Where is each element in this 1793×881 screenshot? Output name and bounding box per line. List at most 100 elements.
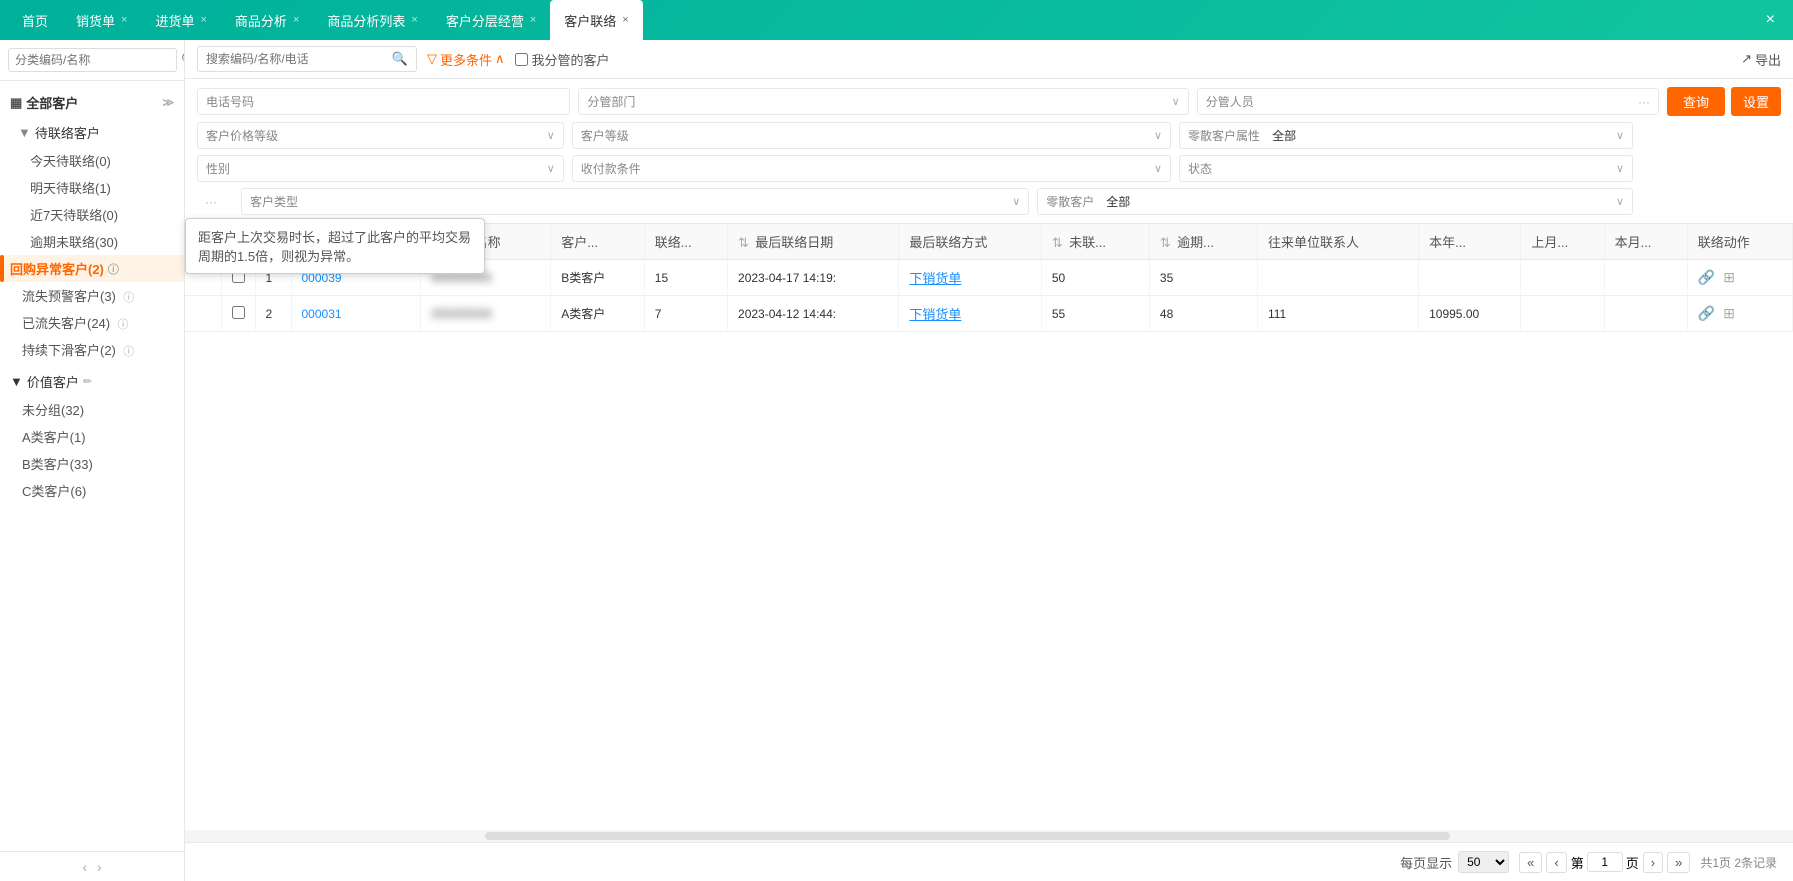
retail-attr-arrow-icon: ∨ [1616,129,1624,142]
table-area: ⚙ ⇅ 客户编码 ⇅ 客户名称 [185,224,1793,830]
sidebar-lost-predicted[interactable]: 流失预警客户(3) ⓘ [0,282,184,309]
nav-product-analysis-list[interactable]: 商品分析列表 × [313,0,431,40]
row2-customer-type: A类客户 [551,296,645,332]
row2-code[interactable]: 000031 [291,296,421,332]
row2-overdue: 48 [1149,296,1257,332]
filter-retail-attr[interactable]: 零散客户属性 全部 ∨ [1179,122,1633,149]
nav-home[interactable]: 首页 [8,0,62,40]
sidebar-continuous-down[interactable]: 持续下滑客户(2) ⓘ [0,336,184,363]
filter-customer-level[interactable]: 客户等级 ∨ [572,122,1171,149]
last-page-btn[interactable]: » [1667,852,1690,873]
row2-unit-contact: 111 [1257,296,1418,332]
sidebar-class-b[interactable]: B类客户(33) [0,450,184,477]
filter-phone[interactable]: 电话号码 [197,88,570,115]
customer-value-header[interactable]: ▼ 价值客户 ✏ [0,367,184,396]
sidebar-tomorrow-pending[interactable]: 明天待联络(1) [8,174,184,201]
page-input[interactable] [1587,852,1623,872]
scrollbar-thumb[interactable] [485,832,1450,840]
row2-not-contact: 55 [1041,296,1149,332]
horizontal-scrollbar[interactable] [185,830,1793,842]
col-contact[interactable]: 联络... [644,224,727,260]
row2-last-contact-method[interactable]: 下销货单 [899,296,1041,332]
sidebar-overdue-pending[interactable]: 逾期未联络(30) [8,228,184,255]
filter-gender[interactable]: 性别 ∨ [197,155,564,182]
col-last-month[interactable]: 上月... [1521,224,1604,260]
col-not-contact[interactable]: ⇅ 未联... [1041,224,1149,260]
sidebar-today-pending[interactable]: 今天待联络(0) [8,147,184,174]
sidebar-nav-left-icon[interactable]: ‹ [82,859,87,875]
filter-row-3: 性别 ∨ 收付款条件 ∨ 状态 ∨ [197,155,1781,182]
sidebar-search-input[interactable] [8,48,177,72]
sidebar-nav-right-icon[interactable]: › [97,859,102,875]
close-segment-icon[interactable]: × [530,14,536,26]
row2-seq: 2 [255,296,291,332]
dept-arrow-icon: ∨ [1172,95,1180,108]
sidebar-repurchase-abnormal[interactable]: 回购异常客户(2) ⓘ [0,255,184,282]
close-contact-icon[interactable]: × [622,14,628,26]
row2-link-icon[interactable]: 🔗 [1698,305,1715,322]
nav-customer-contact[interactable]: 客户联络 × [550,0,642,40]
row1-contact: 15 [644,260,727,296]
row2-checkbox[interactable] [221,296,255,332]
customer-value-edit-icon[interactable]: ✏ [83,375,92,388]
sidebar-class-a[interactable]: A类客户(1) [0,423,184,450]
filter-row-4: ··· 客户类型 ∨ 零散客户 全部 ∨ [197,188,1781,215]
close-purchase-icon[interactable]: × [200,14,206,26]
sidebar-class-c[interactable]: C类客户(6) [0,477,184,504]
conditions-arrow-icon: ∧ [495,51,505,67]
export-btn[interactable]: ↗ 导出 [1741,50,1781,69]
close-product-analysis-icon[interactable]: × [293,14,299,26]
pending-contact-header[interactable]: ▼ 待联络客户 [8,118,184,147]
close-sales-icon[interactable]: × [121,14,127,26]
row1-last-contact-date: 2023-04-17 14:19: [728,260,899,296]
per-page-select[interactable]: 50 20 100 [1458,851,1509,873]
sidebar-already-lost[interactable]: 已流失客户(24) ⓘ [0,309,184,336]
col-customer-type[interactable]: 客户... [551,224,645,260]
row1-grid-icon[interactable]: ⊞ [1723,269,1735,286]
customer-type-arrow-icon: ∨ [1012,195,1020,208]
first-page-btn[interactable]: « [1519,852,1542,873]
filter-customer-type[interactable]: 客户类型 ∨ [241,188,1029,215]
filter-price-level[interactable]: 客户价格等级 ∨ [197,122,564,149]
row1-last-contact-method[interactable]: 下销货单 [899,260,1041,296]
filter-more-btn[interactable]: ··· [197,191,225,213]
col-last-contact-method[interactable]: 最后联络方式 [899,224,1041,260]
next-page-btn[interactable]: › [1643,852,1663,873]
manager-more-icon[interactable]: ··· [1638,95,1650,109]
sidebar-ungroup[interactable]: 未分组(32) [0,396,184,423]
filter-dept[interactable]: 分管部门 ∨ [578,88,1188,115]
col-this-year[interactable]: 本年... [1419,224,1521,260]
col-unit-contact[interactable]: 往来单位联系人 [1257,224,1418,260]
filter-manager[interactable]: 分管人员 ··· [1197,88,1659,115]
settings-btn[interactable]: 设置 [1731,87,1781,116]
nav-product-analysis[interactable]: 商品分析 × [221,0,313,40]
query-btn[interactable]: 查询 [1667,87,1725,116]
continuous-down-info-icon[interactable]: ⓘ [123,346,134,358]
nav-purchase[interactable]: 进货单 × [141,0,220,40]
sidebar-all-customers[interactable]: ▦ 全部客户 ≫ [0,87,184,118]
row1-link-icon[interactable]: 🔗 [1698,269,1715,286]
repurchase-info-icon[interactable]: ⓘ [108,261,119,277]
col-this-month[interactable]: 本月... [1604,224,1687,260]
row2-grid-icon[interactable]: ⊞ [1723,305,1735,322]
more-conditions-btn[interactable]: ▽ 更多条件 ∧ [427,50,505,69]
row2-check[interactable] [232,306,245,319]
filter-search-input[interactable] [206,52,388,66]
sidebar-7day-pending[interactable]: 近7天待联络(0) [8,201,184,228]
close-all-tabs[interactable]: × [1756,11,1785,29]
col-last-contact-date[interactable]: ⇅ 最后联络日期 [728,224,899,260]
my-customers-checkbox[interactable] [515,53,528,66]
close-product-list-icon[interactable]: × [411,14,417,26]
prev-page-btn[interactable]: ‹ [1546,852,1566,873]
sort-icon-date: ⇅ [738,235,749,250]
filter-search-icon[interactable]: 🔍 [392,51,408,67]
lost-predicted-info-icon[interactable]: ⓘ [123,292,134,304]
filter-payment-terms[interactable]: 收付款条件 ∨ [572,155,1171,182]
nav-sales[interactable]: 销货单 × [62,0,141,40]
already-lost-info-icon[interactable]: ⓘ [117,319,128,331]
filter-retail[interactable]: 零散客户 全部 ∨ [1037,188,1633,215]
col-overdue[interactable]: ⇅ 逾期... [1149,224,1257,260]
nav-customer-segment[interactable]: 客户分层经营 × [432,0,550,40]
collapse-icon[interactable]: ≫ [162,96,174,109]
filter-status[interactable]: 状态 ∨ [1179,155,1633,182]
